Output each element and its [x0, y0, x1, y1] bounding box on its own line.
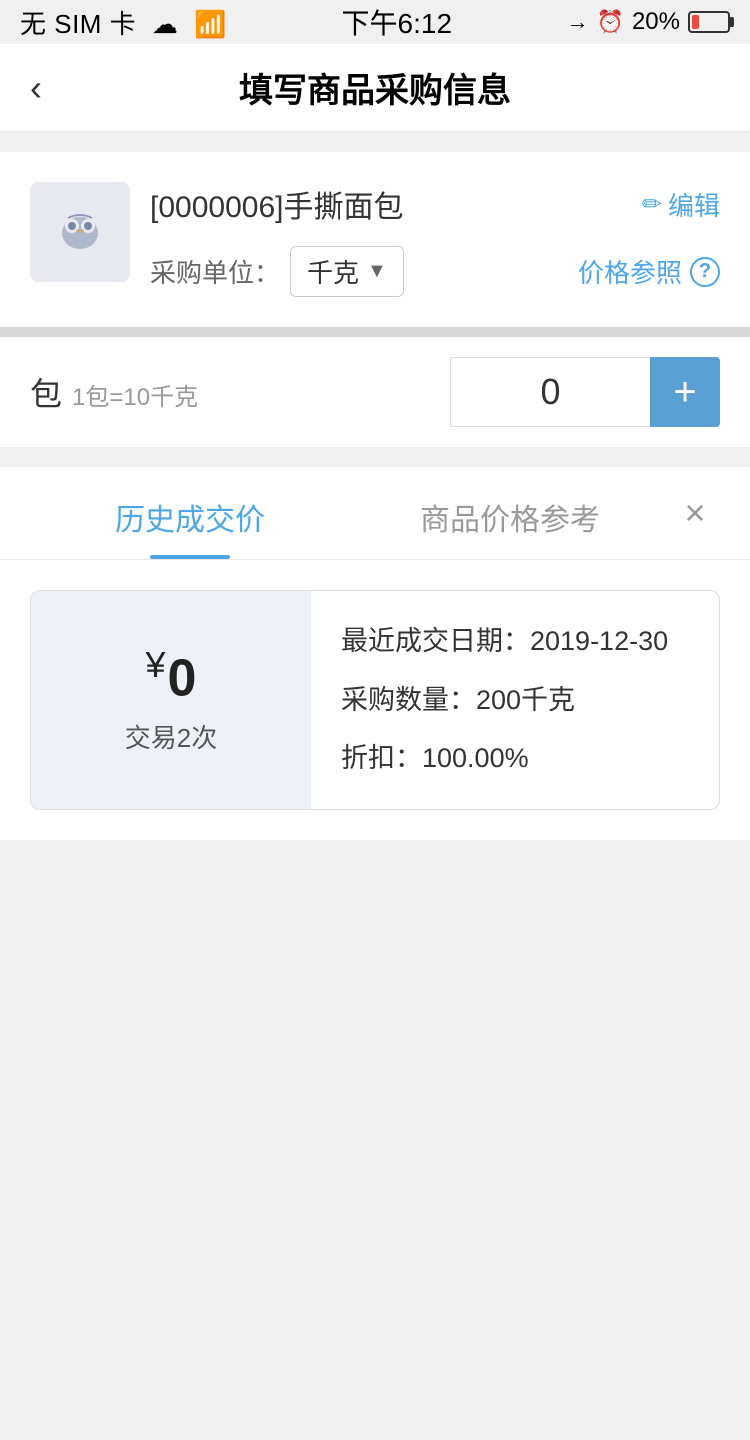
battery-percent: 20%: [632, 8, 680, 36]
history-price: ¥0: [146, 644, 197, 708]
product-logo-icon: [50, 198, 110, 267]
product-title-row: [0000006]手撕面包 ✏ 编辑: [150, 182, 720, 226]
quantity-display[interactable]: 0: [450, 357, 650, 427]
status-carrier: 无 SIM 卡 ☁ 📶: [20, 4, 227, 41]
edit-icon: ✏: [642, 190, 662, 219]
battery-icon: [688, 11, 730, 33]
main-background: [0, 840, 750, 1440]
tab-section: 历史成交价 商品价格参考 × ¥0 交易2次 最近成交日期：2019-12-30…: [0, 467, 750, 840]
quantity-row-detail: 采购数量：200千克: [341, 680, 689, 721]
back-button[interactable]: ‹: [30, 67, 90, 109]
currency-symbol: ¥: [146, 644, 166, 685]
tab-history-price[interactable]: 历史成交价: [30, 467, 350, 559]
product-card: [0000006]手撕面包 ✏ 编辑 采购单位： 千克 ▼ 价格参照 ?: [0, 152, 750, 327]
product-header: [0000006]手撕面包 ✏ 编辑 采购单位： 千克 ▼ 价格参照 ?: [30, 182, 720, 297]
alarm-icon: ⏰: [597, 9, 624, 35]
quantity-control: 0 +: [450, 357, 720, 427]
purchase-row: 采购单位： 千克 ▼ 价格参照 ?: [150, 246, 720, 297]
location-icon: →: [567, 9, 589, 35]
section-separator: [0, 327, 750, 337]
unit-dropdown[interactable]: 千克 ▼: [290, 246, 404, 297]
unit-label: 包: [30, 369, 62, 415]
unit-selector-group: 采购单位： 千克 ▼: [150, 246, 404, 297]
product-thumbnail: [30, 182, 130, 282]
history-transactions: 交易2次: [125, 718, 217, 755]
tab-header: 历史成交价 商品价格参考 ×: [0, 467, 750, 560]
unit-info: 包 1包=10千克: [30, 369, 198, 415]
discount-row: 折扣：100.00%: [341, 738, 689, 779]
price-reference-button[interactable]: 价格参照 ?: [578, 253, 720, 290]
product-name: [0000006]手撕面包: [150, 182, 403, 226]
quantity-row: 包 1包=10千克 0 +: [0, 337, 750, 447]
quantity-plus-button[interactable]: +: [650, 357, 720, 427]
recent-date-row: 最近成交日期：2019-12-30: [341, 621, 689, 662]
purchase-unit-label: 采购单位：: [150, 253, 280, 290]
tab-close-button[interactable]: ×: [670, 488, 720, 538]
history-detail-panel: 最近成交日期：2019-12-30 采购数量：200千克 折扣：100.00%: [311, 591, 719, 809]
nav-bar: ‹ 填写商品采购信息: [0, 44, 750, 132]
history-card: ¥0 交易2次 最近成交日期：2019-12-30 采购数量：200千克 折扣：…: [30, 590, 720, 810]
dropdown-arrow-icon: ▼: [367, 260, 387, 283]
unit-conversion: 1包=10千克: [72, 377, 198, 412]
history-price-panel: ¥0 交易2次: [31, 591, 311, 809]
tab-price-reference[interactable]: 商品价格参考: [350, 467, 670, 559]
status-time: 下午6:12: [342, 2, 453, 42]
help-icon: ?: [690, 257, 720, 287]
product-info: [0000006]手撕面包 ✏ 编辑 采购单位： 千克 ▼ 价格参照 ?: [150, 182, 720, 297]
status-bar: 无 SIM 卡 ☁ 📶 下午6:12 → ⏰ 20%: [0, 0, 750, 44]
history-content: ¥0 交易2次 最近成交日期：2019-12-30 采购数量：200千克 折扣：…: [0, 560, 750, 840]
page-title: 填写商品采购信息: [239, 63, 511, 112]
battery-fill: [692, 15, 699, 29]
status-icons: → ⏰ 20%: [567, 8, 730, 36]
edit-button[interactable]: ✏ 编辑: [642, 186, 720, 223]
